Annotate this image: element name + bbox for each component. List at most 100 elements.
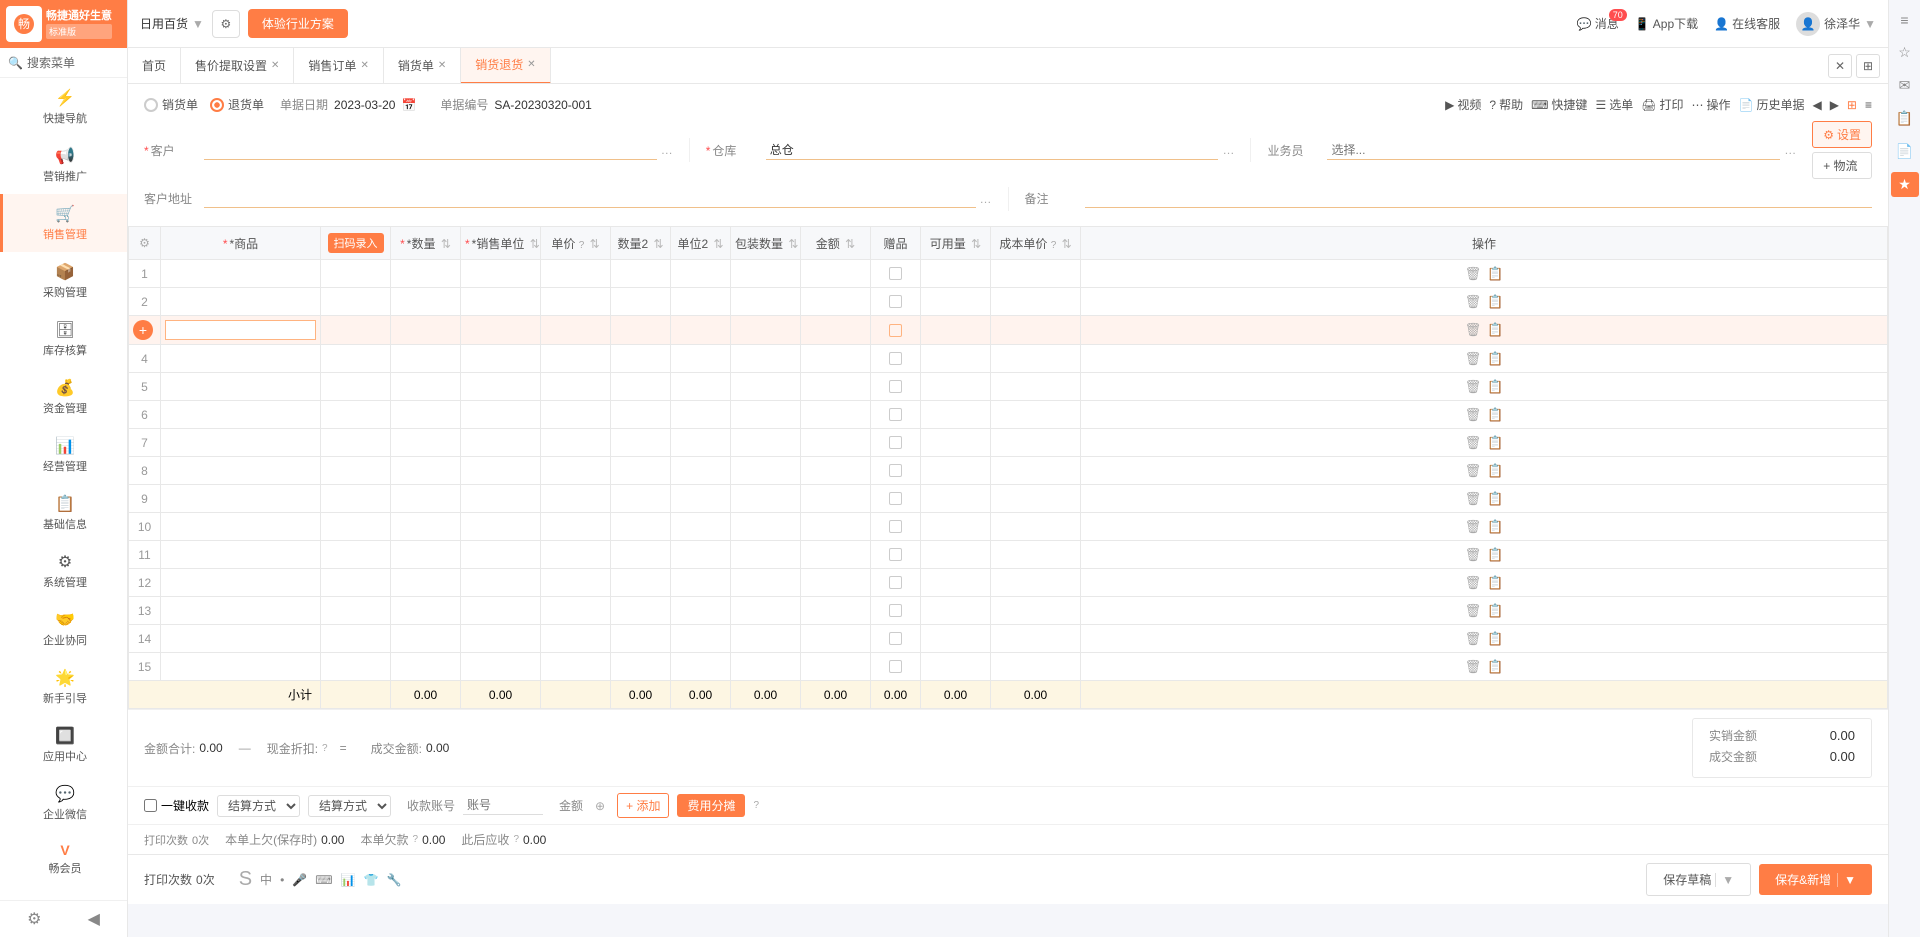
add-row-button[interactable]: + xyxy=(133,320,153,340)
gift-checkbox[interactable] xyxy=(889,548,902,561)
delete-icon[interactable]: 🗑 xyxy=(1465,351,1482,367)
history-btn[interactable]: 📄 历史单据 xyxy=(1738,96,1804,113)
sidebar-item-shortcut[interactable]: ⚡ 快捷导航 xyxy=(0,78,127,136)
topbar-nav-select[interactable]: 日用百货 ▼ xyxy=(140,15,204,32)
tab-sales-order[interactable]: 销售订单 ✕ xyxy=(294,48,383,84)
settings-button[interactable]: ⚙ 设置 xyxy=(1812,121,1872,148)
delete-icon[interactable]: 🗑 xyxy=(1465,379,1482,395)
product-input[interactable] xyxy=(165,320,316,340)
trial-button[interactable]: 体验行业方案 xyxy=(248,9,348,38)
right-panel-btn-5[interactable]: 📄 xyxy=(1891,139,1919,164)
question-icon[interactable]: ? xyxy=(322,743,328,754)
delete-icon[interactable]: 🗑 xyxy=(1465,491,1482,507)
delete-icon[interactable]: 🗑 xyxy=(1465,407,1482,423)
sort-icon[interactable]: ⇅ xyxy=(971,237,981,251)
tab-sales-delivery[interactable]: 销货单 ✕ xyxy=(384,48,461,84)
warehouse-more-icon[interactable]: … xyxy=(1222,143,1234,157)
quantity-cell[interactable] xyxy=(391,288,461,316)
copy-icon[interactable]: 📋 xyxy=(1487,659,1503,675)
sort-icon[interactable]: ⇅ xyxy=(590,237,600,251)
right-panel-btn-2[interactable]: ☆ xyxy=(1891,40,1919,65)
copy-icon[interactable]: 📋 xyxy=(1487,407,1503,423)
prev-record-btn[interactable]: ◀ xyxy=(1812,98,1821,112)
copy-icon[interactable]: 📋 xyxy=(1487,631,1503,647)
tab-close-icon[interactable]: ✕ xyxy=(527,59,535,70)
unit-price-cell[interactable] xyxy=(541,288,611,316)
address-input[interactable] xyxy=(204,189,976,208)
amount-cell[interactable] xyxy=(801,260,871,288)
quantity-cell[interactable] xyxy=(391,260,461,288)
sort-icon[interactable]: ⇅ xyxy=(713,237,723,251)
radio-sales-return[interactable]: 退货单 xyxy=(210,96,264,113)
topbar-settings-button[interactable]: ⚙ xyxy=(212,10,240,38)
unit2-cell[interactable] xyxy=(671,316,731,345)
sort-icon[interactable]: ⇅ xyxy=(653,237,663,251)
unit2-cell[interactable] xyxy=(671,288,731,316)
customer-input[interactable] xyxy=(204,141,657,160)
product-cell-active[interactable] xyxy=(161,316,321,345)
tab-sales-return[interactable]: 销货退货 ✕ xyxy=(461,48,550,84)
right-panel-btn-6[interactable]: ★ xyxy=(1891,172,1919,197)
gift-checkbox[interactable] xyxy=(889,380,902,393)
quantity2-cell[interactable] xyxy=(611,260,671,288)
unit-price-cell[interactable] xyxy=(541,316,611,345)
sidebar-item-member[interactable]: V 畅会员 xyxy=(0,832,127,886)
copy-icon[interactable]: 📋 xyxy=(1487,435,1503,451)
shortcut-btn[interactable]: ⌨ 快捷键 xyxy=(1531,96,1587,113)
gift-checkbox[interactable] xyxy=(889,632,902,645)
delete-icon[interactable]: 🗑 xyxy=(1465,294,1482,310)
sidebar-item-apps[interactable]: 🔲 应用中心 xyxy=(0,716,127,774)
copy-icon[interactable]: 📋 xyxy=(1487,575,1503,591)
right-panel-btn-3[interactable]: ✉ xyxy=(1891,73,1919,98)
sales-unit-cell[interactable] xyxy=(461,288,541,316)
save-draft-dropdown-icon[interactable]: ▼ xyxy=(1715,873,1734,887)
pack-qty-cell[interactable] xyxy=(731,316,801,345)
delete-icon[interactable]: 🗑 xyxy=(1465,631,1482,647)
tab-price-setting[interactable]: 售价提取设置 ✕ xyxy=(181,48,294,84)
copy-icon[interactable]: 📋 xyxy=(1487,266,1503,282)
fee-help-icon[interactable]: ? xyxy=(753,800,759,811)
pack-qty-cell[interactable] xyxy=(731,260,801,288)
sidebar-item-guide[interactable]: 🌟 新手引导 xyxy=(0,658,127,716)
online-service-button[interactable]: 👤 在线客服 xyxy=(1714,15,1780,32)
gift-checkbox[interactable] xyxy=(889,576,902,589)
tab-close-icon[interactable]: ✕ xyxy=(271,60,279,71)
calendar-icon[interactable]: 📅 xyxy=(401,98,416,112)
quantity-cell[interactable] xyxy=(391,316,461,345)
add-payment-button[interactable]: + 添加 xyxy=(617,793,669,818)
copy-icon[interactable]: 📋 xyxy=(1487,463,1503,479)
user-menu[interactable]: 👤 徐泽华 ▼ xyxy=(1796,12,1876,36)
sales-unit-cell[interactable] xyxy=(461,316,541,345)
address-more-icon[interactable]: … xyxy=(980,192,992,206)
gift-checkbox[interactable] xyxy=(889,660,902,673)
product-cell[interactable] xyxy=(161,260,321,288)
gift-checkbox[interactable] xyxy=(889,464,902,477)
tab-close-icon[interactable]: ✕ xyxy=(438,60,446,71)
next-record-btn[interactable]: ▶ xyxy=(1830,98,1839,112)
scan-input-button[interactable]: 扫码录入 xyxy=(328,233,384,253)
gift-checkbox[interactable] xyxy=(889,604,902,617)
gift-checkbox[interactable] xyxy=(889,408,902,421)
sales-unit-cell[interactable] xyxy=(461,260,541,288)
tab-close-all-button[interactable]: ✕ xyxy=(1828,54,1852,78)
delete-icon[interactable]: 🗑 xyxy=(1465,519,1482,535)
delete-icon[interactable]: 🗑 xyxy=(1465,435,1482,451)
list-view-btn[interactable]: ≡ xyxy=(1865,98,1872,112)
delete-icon[interactable]: 🗑 xyxy=(1465,463,1482,479)
copy-icon[interactable]: 📋 xyxy=(1487,351,1503,367)
save-new-dropdown-icon[interactable]: ▼ xyxy=(1837,873,1856,887)
gift-checkbox[interactable] xyxy=(889,324,902,337)
account-input[interactable] xyxy=(463,796,543,815)
one-click-payment-checkbox[interactable]: 一键收款 xyxy=(144,797,209,814)
column-settings-icon[interactable]: ⚙ xyxy=(139,236,150,250)
delete-icon[interactable]: 🗑 xyxy=(1465,547,1482,563)
gift-checkbox[interactable] xyxy=(889,267,902,280)
sidebar-settings-icon[interactable]: ⚙ xyxy=(27,909,41,929)
copy-icon[interactable]: 📋 xyxy=(1487,491,1503,507)
tab-close-icon[interactable]: ✕ xyxy=(360,60,368,71)
sort-icon[interactable]: ⇅ xyxy=(788,237,798,251)
sort-icon[interactable]: ⇅ xyxy=(845,237,855,251)
radio-sales-delivery[interactable]: 销货单 xyxy=(144,96,198,113)
search-menu[interactable]: 🔍 搜索菜单 xyxy=(0,48,127,78)
message-button[interactable]: 💬 消息 70 xyxy=(1577,15,1619,32)
